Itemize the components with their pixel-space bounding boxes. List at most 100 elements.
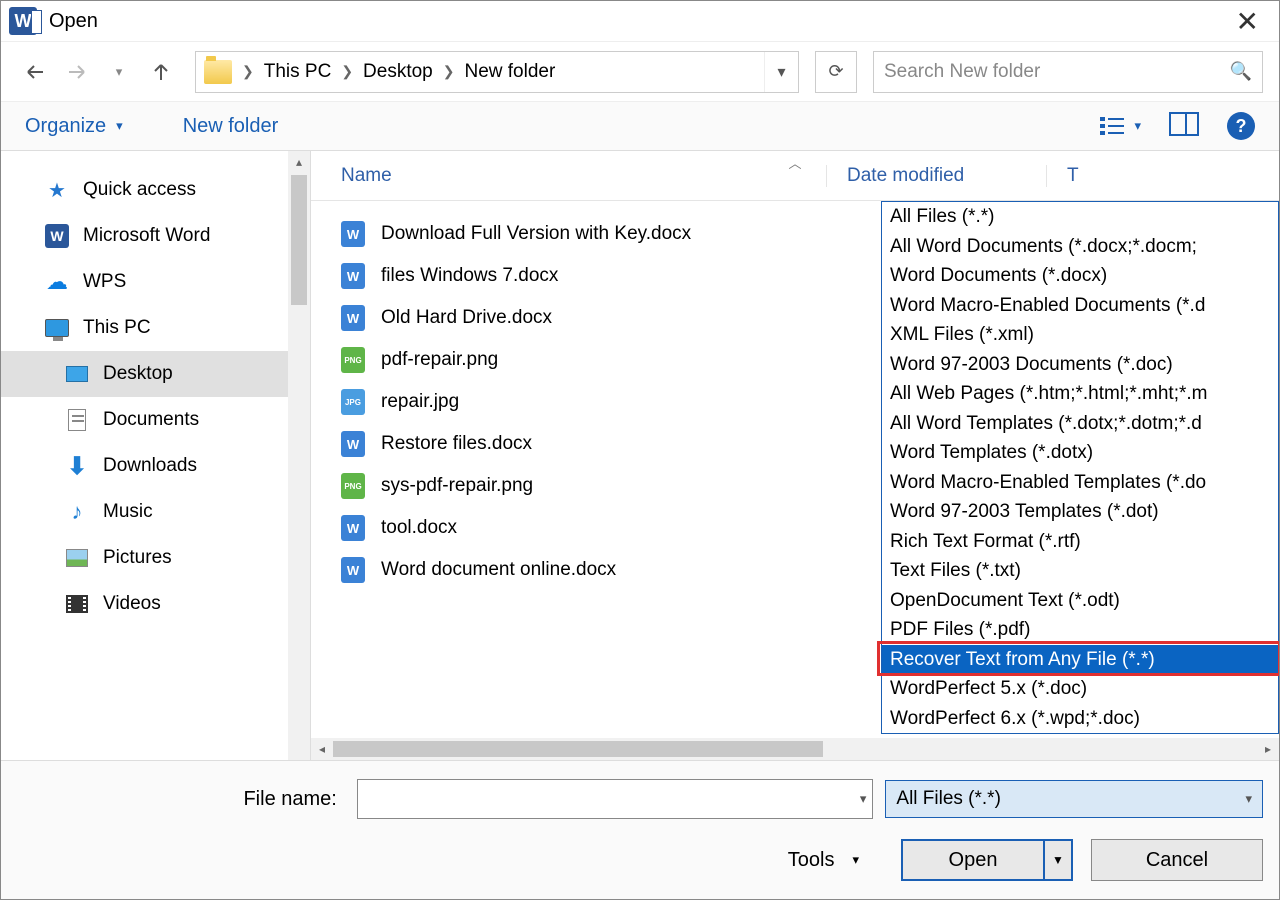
recent-dropdown[interactable]: ▾ [101,54,137,90]
sidebar: ★Quick accessWMicrosoft Word☁WPSThis PC D… [1,151,311,760]
filetype-option[interactable]: Recover Text from Any File (*.*) [882,645,1278,675]
filetype-option[interactable]: All Web Pages (*.htm;*.html;*.mht;*.m [882,379,1278,409]
scroll-up-icon[interactable]: ▴ [296,151,302,173]
filetype-option[interactable]: Word 97-2003 Documents (*.doc) [882,350,1278,380]
view-options-button[interactable]: ▾ [1100,115,1141,137]
filetype-option[interactable]: All Word Documents (*.docx;*.docm; [882,232,1278,262]
scroll-left-icon[interactable]: ◂ [311,742,333,756]
sidebar-item-label: Downloads [103,455,197,477]
column-type[interactable]: T [1046,165,1079,187]
sidebar-item-label: Desktop [103,363,173,385]
scroll-right-icon[interactable]: ▸ [1257,742,1279,756]
file-icon [341,431,365,457]
sidebar-item-wps[interactable]: ☁WPS [1,259,310,305]
word-app-icon: W [9,7,37,35]
scrollbar-thumb[interactable] [333,741,823,757]
scrollbar-thumb[interactable] [291,175,307,305]
sidebar-item-videos[interactable]: Videos [1,581,310,627]
back-button[interactable] [17,54,53,90]
filetype-option[interactable]: All Files (*.*) [882,202,1278,232]
bottom-panel: File name: ▾ All Files (*.*) ▾ Tools ▾ O… [1,760,1279,899]
chevron-right-icon[interactable]: ❯ [439,63,459,80]
column-name[interactable]: Name [311,165,826,187]
file-icon [341,221,365,247]
chevron-down-icon: ▾ [1245,791,1252,807]
file-name: Restore files.docx [381,433,532,455]
crumb-desktop[interactable]: Desktop [357,61,439,83]
filetype-option[interactable]: All Word Templates (*.dotx;*.dotm;*.d [882,409,1278,439]
filetype-option[interactable]: OpenDocument Text (*.odt) [882,586,1278,616]
up-button[interactable] [143,54,179,90]
filetype-select[interactable]: All Files (*.*) ▾ [885,780,1263,818]
sidebar-item-label: Documents [103,409,199,431]
file-name: Word document online.docx [381,559,616,581]
file-pane: ︿ Name Date modified T Download Full Ver… [311,151,1279,760]
breadcrumb-dropdown[interactable]: ▾ [764,52,798,92]
filetype-option[interactable]: XML Files (*.xml) [882,320,1278,350]
file-icon [341,557,365,583]
forward-button[interactable] [59,54,95,90]
open-split-dropdown[interactable]: ▼ [1043,841,1071,879]
titlebar: W Open ✕ [1,1,1279,41]
tools-menu[interactable]: Tools ▾ [788,849,859,872]
filetype-option[interactable]: Text Files (*.txt) [882,556,1278,586]
filetype-dropdown[interactable]: All Files (*.*)All Word Documents (*.doc… [881,201,1279,734]
chevron-right-icon[interactable]: ❯ [337,63,357,80]
list-view-icon [1100,115,1126,137]
sidebar-item-label: Pictures [103,547,172,569]
sidebar-item-quick-access[interactable]: ★Quick access [1,167,310,213]
file-icon [341,347,365,373]
filetype-option[interactable]: WordPerfect 5.x (*.doc) [882,674,1278,704]
filetype-option[interactable]: Word Documents (*.docx) [882,261,1278,291]
sidebar-item-label: Quick access [83,179,196,201]
crumb-newfolder[interactable]: New folder [458,61,561,83]
sidebar-item-microsoft-word[interactable]: WMicrosoft Word [1,213,310,259]
filetype-option[interactable]: Word Macro-Enabled Documents (*.d [882,291,1278,321]
filetype-option[interactable]: Rich Text Format (*.rtf) [882,527,1278,557]
filetype-option[interactable]: Word Macro-Enabled Templates (*.do [882,468,1278,498]
column-date[interactable]: Date modified [826,165,1046,187]
sidebar-item-music[interactable]: ♪Music [1,489,310,535]
filetype-option[interactable]: PDF Files (*.pdf) [882,615,1278,645]
help-button[interactable]: ? [1227,112,1255,140]
crumb-thispc[interactable]: This PC [258,61,338,83]
filetype-option[interactable]: WordPerfect 6.x (*.wpd;*.doc) [882,704,1278,734]
filetype-option[interactable]: Word Templates (*.dotx) [882,438,1278,468]
breadcrumb[interactable]: ❯ This PC ❯ Desktop ❯ New folder ▾ [195,51,799,93]
sidebar-scrollbar[interactable]: ▴ [288,151,310,760]
chevron-down-icon[interactable]: ▾ [860,791,867,807]
sidebar-item-documents[interactable]: Documents [1,397,310,443]
search-input[interactable]: Search New folder 🔍 [873,51,1263,93]
open-dialog: W Open ✕ ▾ ❯ This PC ❯ Desktop ❯ New fol… [0,0,1280,900]
file-icon [341,473,365,499]
organize-menu[interactable]: Organize ▾ [25,115,123,138]
file-icon [341,389,365,415]
sidebar-item-pictures[interactable]: Pictures [1,535,310,581]
file-name: tool.docx [381,517,457,539]
navbar: ▾ ❯ This PC ❯ Desktop ❯ New folder ▾ ⟳ S… [1,41,1279,101]
sidebar-item-label: Music [103,501,153,523]
preview-icon [1169,112,1199,136]
sidebar-item-label: Videos [103,593,161,615]
close-icon[interactable]: ✕ [1224,5,1271,38]
sidebar-item-label: Microsoft Word [83,225,210,247]
file-name: files Windows 7.docx [381,265,558,287]
horizontal-scrollbar[interactable]: ◂ ▸ [311,738,1279,760]
chevron-right-icon[interactable]: ❯ [238,63,258,80]
cancel-button[interactable]: Cancel [1091,839,1263,881]
filetype-option[interactable]: Word 97-2003 Templates (*.dot) [882,497,1278,527]
sidebar-item-downloads[interactable]: ⬇Downloads [1,443,310,489]
sidebar-item-label: WPS [83,271,126,293]
folder-icon [204,60,232,84]
chevron-down-icon: ▾ [852,852,859,868]
main-area: ★Quick accessWMicrosoft Word☁WPSThis PC D… [1,151,1279,760]
preview-pane-button[interactable] [1169,112,1199,141]
filename-input[interactable]: ▾ [357,779,874,819]
refresh-button[interactable]: ⟳ [815,51,857,93]
open-button[interactable]: Open ▼ [901,839,1073,881]
sidebar-item-desktop[interactable]: Desktop [1,351,310,397]
dialog-title: Open [49,10,98,33]
file-icon [341,263,365,289]
sidebar-item-this-pc[interactable]: This PC [1,305,310,351]
new-folder-button[interactable]: New folder [183,115,279,138]
